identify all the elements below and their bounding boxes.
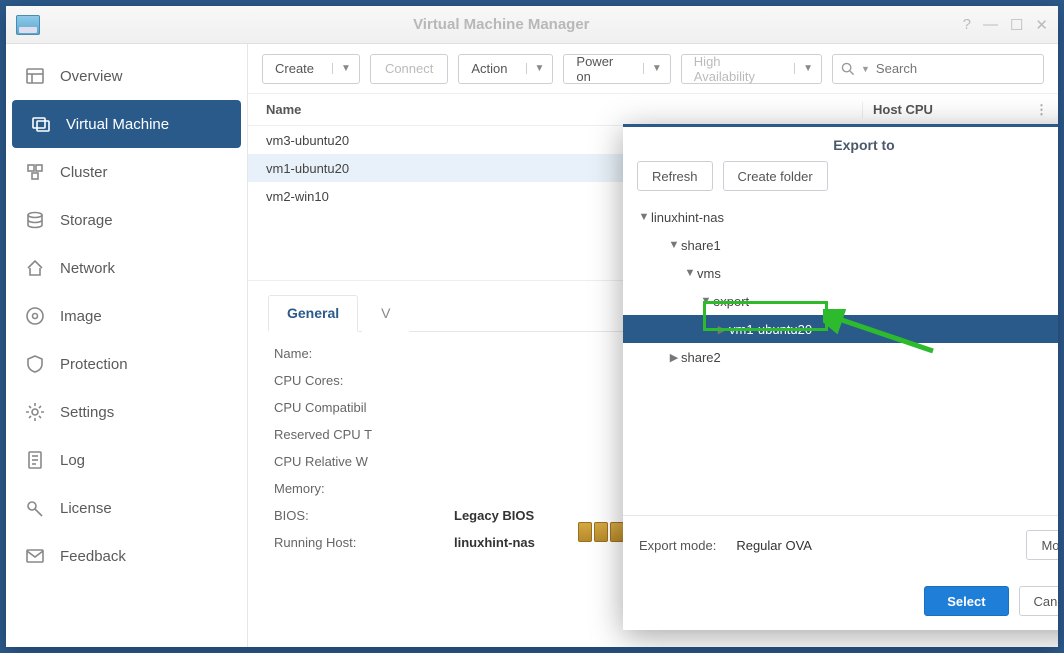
expand-icon[interactable]: ▶ [715, 323, 729, 336]
sidebar-label: Storage [60, 212, 113, 229]
app-window: Virtual Machine Manager ? — ☐ ✕ Overview… [6, 6, 1058, 647]
sidebar-item-overview[interactable]: Overview [6, 52, 247, 100]
vm-icon [30, 113, 52, 135]
sidebar-item-settings[interactable]: Settings [6, 388, 247, 436]
export-mode-label: Export mode: [639, 538, 716, 553]
detail-bios-label: BIOS: [274, 508, 454, 523]
sidebar-item-log[interactable]: Log [6, 436, 247, 484]
tab-general[interactable]: General [268, 295, 358, 332]
col-cpu-header[interactable]: Host CPU⋮ [862, 102, 1058, 118]
create-button[interactable]: Create▼ [262, 54, 360, 84]
minimize-icon[interactable]: — [983, 16, 998, 34]
network-icon [24, 257, 46, 279]
sidebar-label: Settings [60, 404, 114, 421]
connect-button[interactable]: Connect [370, 54, 448, 84]
select-button[interactable]: Select [924, 586, 1008, 616]
detail-reserved-label: Reserved CPU T [274, 427, 454, 442]
detail-name-label: Name: [274, 346, 454, 361]
toolbar: Create▼ Connect Action▼ Power on▼ High A… [248, 44, 1058, 94]
cancel-button[interactable]: Cancel [1019, 586, 1058, 616]
sidebar-item-license[interactable]: License [6, 484, 247, 532]
app-icon [16, 15, 40, 35]
titlebar: Virtual Machine Manager ? — ☐ ✕ [6, 6, 1058, 44]
close-icon[interactable]: ✕ [1035, 16, 1048, 34]
collapse-icon[interactable]: ▼ [699, 295, 713, 307]
sidebar-item-network[interactable]: Network [6, 244, 247, 292]
modal-title: Export to [623, 127, 1058, 161]
power-button[interactable]: Power on▼ [563, 54, 670, 84]
tab-other[interactable]: V [362, 295, 409, 332]
tree-node-selected[interactable]: ▶vm1-ubuntu20 [623, 315, 1058, 343]
main-content: Create▼ Connect Action▼ Power on▼ High A… [248, 44, 1058, 647]
tree-node-share2[interactable]: ▶share2 [623, 343, 1058, 371]
refresh-button[interactable]: Refresh [637, 161, 713, 191]
window-title: Virtual Machine Manager [40, 16, 963, 33]
col-name-header[interactable]: Name [248, 102, 862, 117]
collapse-icon[interactable]: ▼ [683, 267, 697, 279]
sidebar-item-feedback[interactable]: Feedback [6, 532, 247, 580]
cluster-icon [24, 161, 46, 183]
sidebar-item-virtual-machine[interactable]: Virtual Machine [12, 100, 241, 148]
sidebar-label: Cluster [60, 164, 108, 181]
tree-node-share1[interactable]: ▼share1 [623, 231, 1058, 259]
detail-cores-label: CPU Cores: [274, 373, 454, 388]
sidebar-label: Protection [60, 356, 128, 373]
sidebar-label: Feedback [60, 548, 126, 565]
sidebar-label: Virtual Machine [66, 116, 169, 133]
search-icon [841, 62, 855, 76]
sidebar-item-protection[interactable]: Protection [6, 340, 247, 388]
detail-host-label: Running Host: [274, 535, 454, 550]
collapse-icon[interactable]: ▼ [637, 211, 651, 223]
storage-icon [24, 209, 46, 231]
mode-button[interactable]: Mode [1026, 530, 1058, 560]
caret-down-icon: ▼ [526, 63, 553, 74]
export-mode-row: Export mode: Regular OVA Mode [623, 515, 1058, 574]
sidebar-label: Network [60, 260, 115, 277]
tree-node-root[interactable]: ▼linuxhint-nas [623, 203, 1058, 231]
action-button[interactable]: Action▼ [458, 54, 553, 84]
sidebar-label: Image [60, 308, 102, 325]
protection-icon [24, 353, 46, 375]
detail-weight-label: CPU Relative W [274, 454, 454, 469]
sidebar: Overview Virtual Machine Cluster Storage… [6, 44, 248, 647]
sidebar-label: Log [60, 452, 85, 469]
caret-down-icon: ▼ [794, 63, 821, 74]
caret-down-icon[interactable]: ▼ [643, 63, 670, 74]
tree-node-export[interactable]: ▼export [623, 287, 1058, 315]
feedback-icon [24, 545, 46, 567]
help-icon[interactable]: ? [963, 16, 971, 34]
search-input[interactable] [876, 61, 1052, 76]
collapse-icon[interactable]: ▼ [667, 239, 681, 251]
tree-node-vms[interactable]: ▼vms [623, 259, 1058, 287]
search-box[interactable]: ▼ [832, 54, 1044, 84]
sidebar-item-storage[interactable]: Storage [6, 196, 247, 244]
license-icon [24, 497, 46, 519]
sidebar-label: Overview [60, 68, 123, 85]
sidebar-item-image[interactable]: Image [6, 292, 247, 340]
column-menu-icon[interactable]: ⋮ [1035, 102, 1058, 118]
expand-icon[interactable]: ▶ [667, 351, 681, 364]
image-icon [24, 305, 46, 327]
detail-memory-label: Memory: [274, 481, 454, 496]
export-mode-value: Regular OVA [736, 538, 812, 553]
sidebar-label: License [60, 500, 112, 517]
export-modal: Export to Refresh Create folder ▼linuxhi… [623, 124, 1058, 630]
overview-icon [24, 65, 46, 87]
settings-icon [24, 401, 46, 423]
sidebar-item-cluster[interactable]: Cluster [6, 148, 247, 196]
maximize-icon[interactable]: ☐ [1010, 16, 1023, 34]
create-folder-button[interactable]: Create folder [723, 161, 828, 191]
caret-down-icon[interactable]: ▼ [332, 63, 359, 74]
log-icon [24, 449, 46, 471]
folder-tree: ▼linuxhint-nas ▼share1 ▼vms ▼export ▶vm1… [623, 199, 1058, 515]
detail-compat-label: CPU Compatibil [274, 400, 454, 415]
dropdown-caret-icon[interactable]: ▼ [861, 64, 870, 74]
ha-button[interactable]: High Availability▼ [681, 54, 822, 84]
